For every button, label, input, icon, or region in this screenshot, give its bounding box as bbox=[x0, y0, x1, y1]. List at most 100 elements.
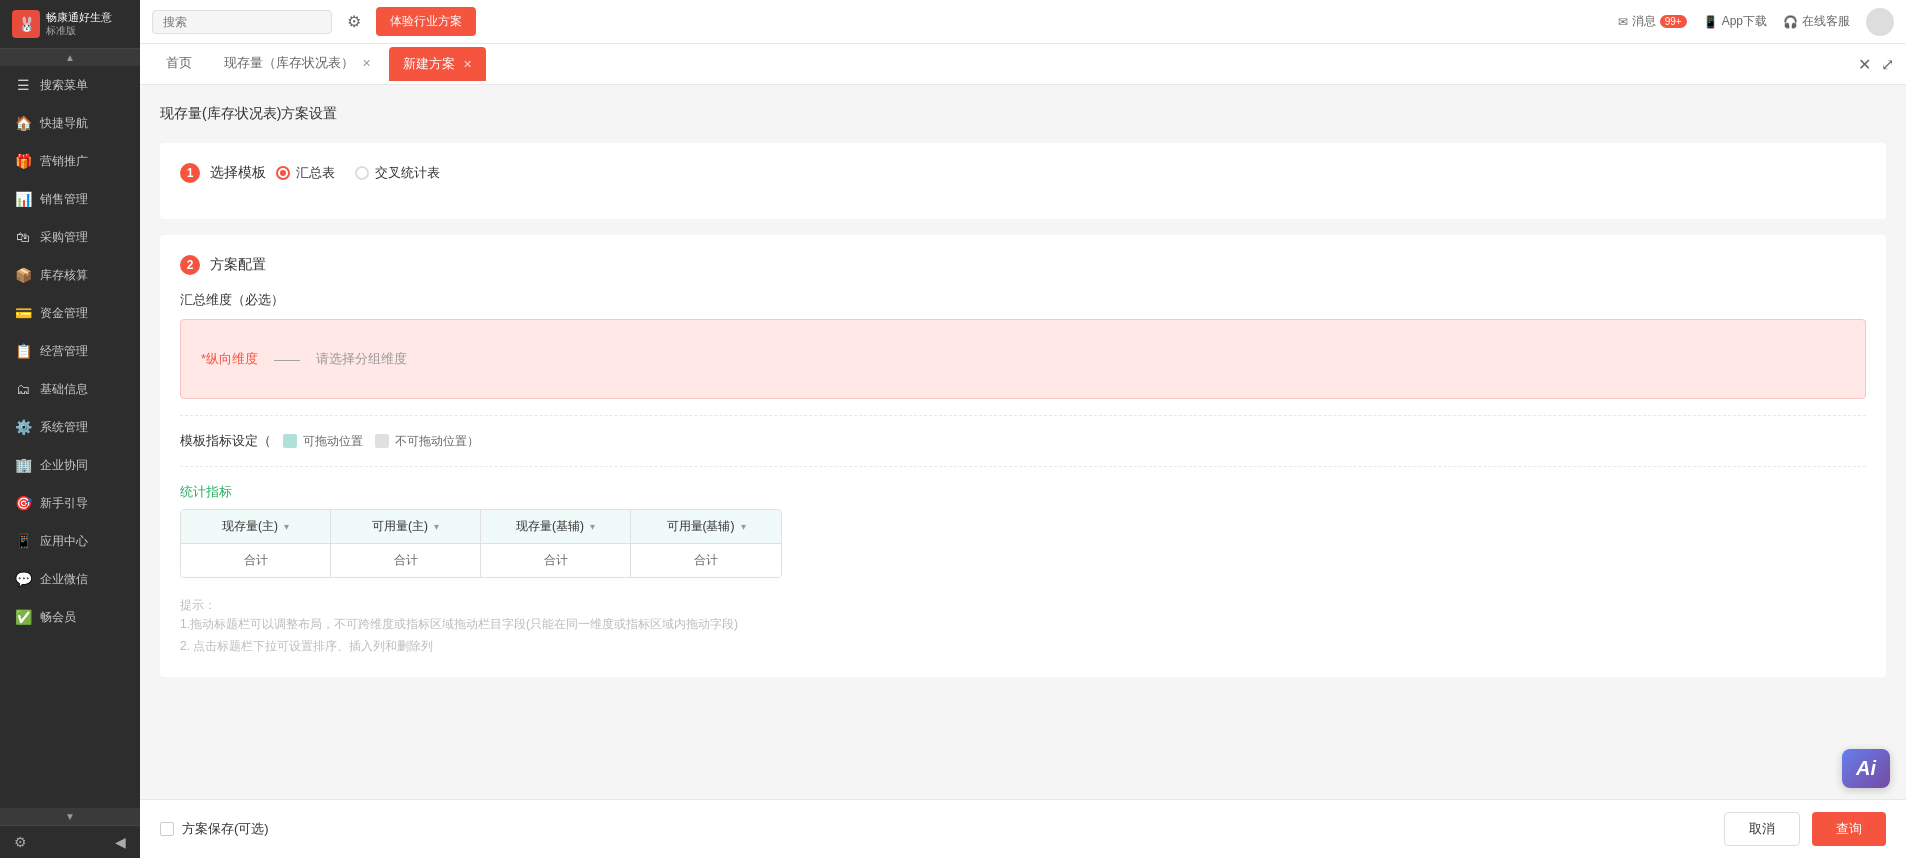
sidebar-item-operations[interactable]: 📋 经营管理 bbox=[0, 332, 140, 370]
stats-col-2-body: 合计 bbox=[331, 544, 481, 577]
panel-expand-icon[interactable]: ⤢ bbox=[1881, 55, 1894, 74]
cancel-button[interactable]: 取消 bbox=[1724, 812, 1800, 846]
radio-cross[interactable]: 交叉统计表 bbox=[355, 164, 440, 182]
finance-icon: 💳 bbox=[14, 304, 32, 322]
panel-close-icon[interactable]: ✕ bbox=[1858, 55, 1871, 74]
tab-new-scheme[interactable]: 新建方案 ✕ bbox=[389, 47, 486, 81]
bottom-actions: 取消 查询 bbox=[1724, 812, 1886, 846]
newbie-icon: 🎯 bbox=[14, 494, 32, 512]
sidebar-item-newbie[interactable]: 🎯 新手引导 bbox=[0, 484, 140, 522]
tips-item-2: 2. 点击标题栏下拉可设置排序、插入列和删除列 bbox=[180, 636, 1866, 658]
dim-row: *纵向维度 —— 请选择分组维度 bbox=[201, 350, 1845, 368]
stats-col-4-header[interactable]: 可用量(基辅) ▾ bbox=[631, 510, 781, 543]
save-checkbox-area: 方案保存(可选) bbox=[160, 820, 269, 838]
sidebar-item-search-menu[interactable]: ☰ 搜索菜单 bbox=[0, 66, 140, 104]
inventory-status-close-icon[interactable]: ✕ bbox=[362, 57, 371, 70]
sidebar-item-wechat[interactable]: 💬 企业微信 bbox=[0, 560, 140, 598]
quick-nav-icon: 🏠 bbox=[14, 114, 32, 132]
message-badge: 99+ bbox=[1660, 15, 1687, 28]
search-input[interactable] bbox=[152, 10, 332, 34]
sidebar-bottom: ⚙ ◀ bbox=[0, 825, 140, 858]
radio-summary[interactable]: 汇总表 bbox=[276, 164, 335, 182]
dim-area[interactable]: *纵向维度 —— 请选择分组维度 bbox=[180, 319, 1866, 399]
stats-header-row: 现存量(主) ▾ 可用量(主) ▾ 现存量(基辅) ▾ 可用量(基辅) bbox=[181, 510, 781, 544]
stats-body-row: 合计 合计 合计 合计 bbox=[181, 544, 781, 577]
app-download-button[interactable]: 📱 App下载 bbox=[1703, 13, 1767, 30]
non-draggable-box-icon bbox=[375, 434, 389, 448]
home-tab-label: 首页 bbox=[166, 54, 192, 72]
step1-title: 选择模板 bbox=[210, 164, 266, 182]
inventory-status-label: 现存量（库存状况表） bbox=[224, 54, 354, 72]
service-icon: 🎧 bbox=[1783, 15, 1798, 29]
radio-cross-label: 交叉统计表 bbox=[375, 164, 440, 182]
stats-col-4-label: 可用量(基辅) bbox=[667, 518, 735, 535]
message-label: 消息 bbox=[1632, 13, 1656, 30]
sidebar-item-label: 畅会员 bbox=[40, 609, 76, 626]
sidebar-item-purchase[interactable]: 🛍 采购管理 bbox=[0, 218, 140, 256]
stats-col-1-header[interactable]: 现存量(主) ▾ bbox=[181, 510, 331, 543]
ai-badge[interactable]: Ai bbox=[1842, 749, 1890, 788]
industry-button[interactable]: 体验行业方案 bbox=[376, 7, 476, 36]
sidebar-item-marketing[interactable]: 🎁 营销推广 bbox=[0, 142, 140, 180]
save-checkbox[interactable] bbox=[160, 822, 174, 836]
page-title: 现存量(库存状况表)方案设置 bbox=[160, 105, 1886, 123]
stats-col-2-header[interactable]: 可用量(主) ▾ bbox=[331, 510, 481, 543]
sidebar-scroll-up[interactable]: ▲ bbox=[0, 49, 140, 66]
tab-home[interactable]: 首页 bbox=[152, 44, 206, 84]
stats-title: 统计指标 bbox=[180, 483, 1866, 501]
sidebar-item-label: 企业微信 bbox=[40, 571, 88, 588]
non-draggable-label: 不可拖动位置） bbox=[395, 433, 479, 450]
sidebar-item-label: 经营管理 bbox=[40, 343, 88, 360]
sidebar-item-company[interactable]: 🏢 企业协同 bbox=[0, 446, 140, 484]
online-service-label: 在线客服 bbox=[1802, 13, 1850, 30]
sidebar-item-label: 应用中心 bbox=[40, 533, 88, 550]
gear-icon[interactable]: ⚙ bbox=[340, 8, 368, 36]
step2-num: 2 bbox=[180, 255, 200, 275]
avatar[interactable] bbox=[1866, 8, 1894, 36]
app-download-icon: 📱 bbox=[1703, 15, 1718, 29]
stats-table: 现存量(主) ▾ 可用量(主) ▾ 现存量(基辅) ▾ 可用量(基辅) bbox=[180, 509, 782, 578]
sidebar-item-base-info[interactable]: 🗂 基础信息 bbox=[0, 370, 140, 408]
message-icon: ✉ bbox=[1618, 15, 1628, 29]
sidebar-item-label: 采购管理 bbox=[40, 229, 88, 246]
sidebar: 🐰 畅康通好生意 标准版 ▲ ☰ 搜索菜单 🏠 快捷导航 🎁 营销推广 📊 销售… bbox=[0, 0, 140, 858]
sidebar-item-finance[interactable]: 💳 资金管理 bbox=[0, 294, 140, 332]
collapse-icon[interactable]: ◀ bbox=[115, 834, 126, 850]
tab-inventory-status[interactable]: 现存量（库存状况表） ✕ bbox=[210, 44, 385, 84]
message-button[interactable]: ✉ 消息 99+ bbox=[1618, 13, 1687, 30]
sidebar-item-app-center[interactable]: 📱 应用中心 bbox=[0, 522, 140, 560]
settings-icon[interactable]: ⚙ bbox=[14, 834, 27, 850]
sidebar-item-label: 营销推广 bbox=[40, 153, 88, 170]
sidebar-item-sales[interactable]: 📊 销售管理 bbox=[0, 180, 140, 218]
sidebar-item-member[interactable]: ✅ 畅会员 bbox=[0, 598, 140, 636]
top-header: ⚙ 体验行业方案 ✉ 消息 99+ 📱 App下载 🎧 在线客服 bbox=[140, 0, 1906, 44]
sidebar-item-quick-nav[interactable]: 🏠 快捷导航 bbox=[0, 104, 140, 142]
chevron-down-icon: ▾ bbox=[434, 521, 439, 532]
sidebar-item-inventory[interactable]: 📦 库存核算 bbox=[0, 256, 140, 294]
sidebar-item-label: 系统管理 bbox=[40, 419, 88, 436]
draggable-box-icon bbox=[283, 434, 297, 448]
dim-placeholder-text: 请选择分组维度 bbox=[316, 350, 407, 368]
app-logo: 🐰 畅康通好生意 标准版 bbox=[0, 0, 140, 49]
logo-name: 畅康通好生意 bbox=[46, 10, 112, 24]
stats-col-3-header[interactable]: 现存量(基辅) ▾ bbox=[481, 510, 631, 543]
online-service-button[interactable]: 🎧 在线客服 bbox=[1783, 13, 1850, 30]
chevron-down-icon: ▾ bbox=[284, 521, 289, 532]
sidebar-item-label: 搜索菜单 bbox=[40, 77, 88, 94]
new-scheme-close-icon[interactable]: ✕ bbox=[463, 58, 472, 71]
query-button[interactable]: 查询 bbox=[1812, 812, 1886, 846]
purchase-icon: 🛍 bbox=[14, 228, 32, 246]
stats-col-2-label: 可用量(主) bbox=[372, 518, 428, 535]
step1-header: 1 选择模板 汇总表 交叉统计表 bbox=[180, 163, 1866, 183]
non-draggable-badge: 不可拖动位置） bbox=[375, 433, 479, 450]
dim-dash: —— bbox=[274, 352, 300, 367]
template-radio-group: 汇总表 交叉统计表 bbox=[276, 164, 440, 182]
sidebar-item-label: 库存核算 bbox=[40, 267, 88, 284]
divider-1 bbox=[180, 415, 1866, 416]
chevron-down-icon: ▾ bbox=[590, 521, 595, 532]
tab-bar: 首页 现存量（库存状况表） ✕ 新建方案 ✕ ✕ ⤢ bbox=[140, 44, 1906, 85]
main-content: ⚙ 体验行业方案 ✉ 消息 99+ 📱 App下载 🎧 在线客服 首页 bbox=[140, 0, 1906, 858]
sidebar-scroll-down[interactable]: ▼ bbox=[0, 808, 140, 825]
sidebar-item-system[interactable]: ⚙️ 系统管理 bbox=[0, 408, 140, 446]
wechat-icon: 💬 bbox=[14, 570, 32, 588]
